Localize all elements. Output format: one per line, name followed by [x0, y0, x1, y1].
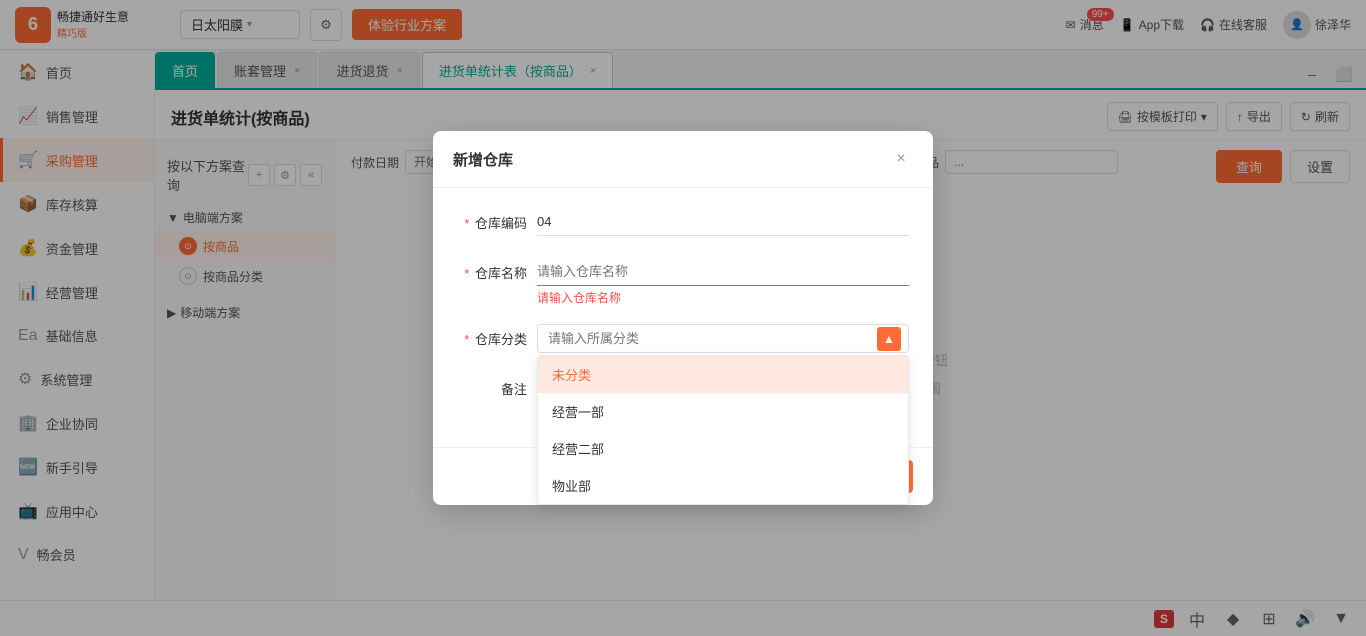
- name-error-msg: 请输入仓库名称: [537, 289, 909, 306]
- add-warehouse-modal: 新增仓库 × * 仓库编码 * 仓库名称: [433, 131, 933, 505]
- dropdown-item-unclassified[interactable]: 未分类: [538, 356, 908, 393]
- code-input-wrap: [537, 208, 909, 236]
- dropdown-item-dept1[interactable]: 经营一部: [538, 393, 908, 430]
- form-row-code: * 仓库编码: [457, 208, 909, 240]
- modal-close-button[interactable]: ×: [889, 147, 913, 171]
- dropdown-item-property[interactable]: 物业部: [538, 467, 908, 504]
- required-mark-cat: *: [464, 332, 469, 347]
- required-mark: *: [464, 216, 469, 231]
- required-mark-name: *: [464, 266, 469, 281]
- category-label: * 仓库分类: [457, 324, 537, 356]
- category-arrow-button[interactable]: ▲: [877, 327, 901, 351]
- category-dropdown: 未分类 经营一部 经营二部 物业部: [537, 355, 909, 505]
- name-input-wrap: 请输入仓库名称: [537, 258, 909, 306]
- dropdown-item-dept2[interactable]: 经营二部: [538, 430, 908, 467]
- code-label: * 仓库编码: [457, 208, 537, 240]
- code-input[interactable]: [537, 208, 909, 236]
- name-label: * 仓库名称: [457, 258, 537, 290]
- category-input-wrap: ▲ 未分类 经营一部 经营二部 物业部: [537, 324, 909, 353]
- modal-title: 新增仓库: [453, 149, 513, 170]
- modal-body: * 仓库编码 * 仓库名称 请输入仓库名称: [433, 188, 933, 447]
- modal-overlay[interactable]: 新增仓库 × * 仓库编码 * 仓库名称: [0, 0, 1366, 636]
- form-row-name: * 仓库名称 请输入仓库名称: [457, 258, 909, 306]
- name-input[interactable]: [537, 258, 909, 286]
- category-input[interactable]: [537, 324, 909, 353]
- form-row-category: * 仓库分类 ▲ 未分类 经营一部 经营二部 物业部: [457, 324, 909, 356]
- remark-label: 备注: [457, 374, 537, 406]
- modal-header: 新增仓库 ×: [433, 131, 933, 188]
